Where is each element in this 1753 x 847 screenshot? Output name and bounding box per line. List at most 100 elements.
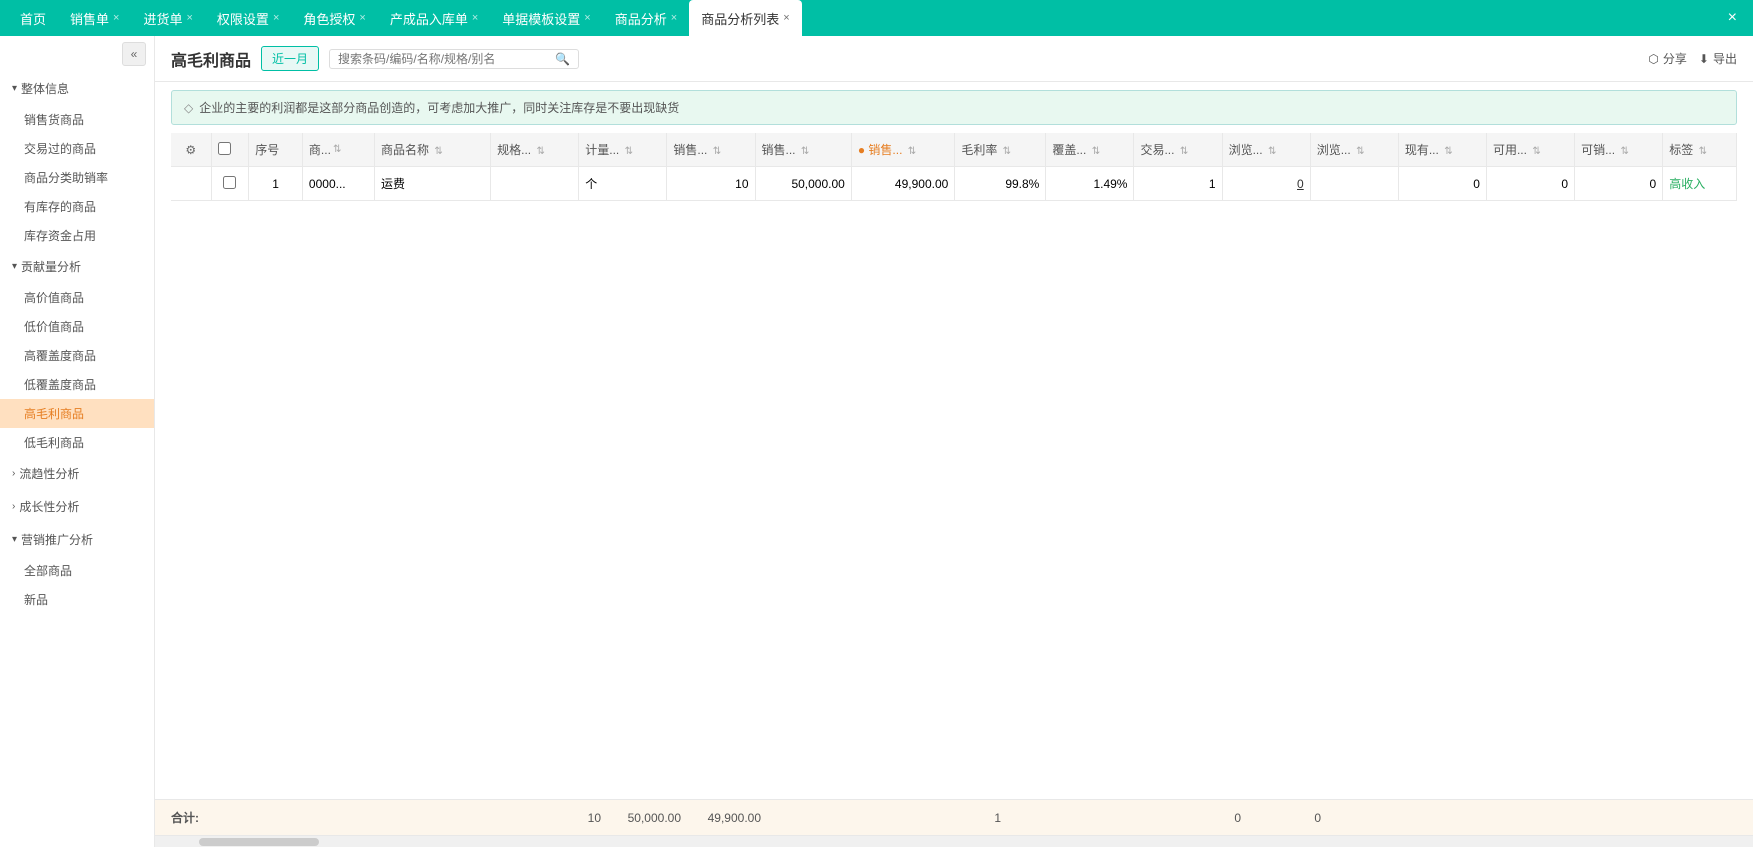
- spec-col-header[interactable]: 规格... ⇅: [491, 133, 579, 167]
- nav-permission[interactable]: 权限设置 ×: [205, 0, 291, 36]
- share-icon: ⬡: [1648, 52, 1658, 66]
- available-stock-col-header[interactable]: 可用... ⇅: [1486, 133, 1574, 167]
- table-header-row: ⚙ 序号 商... ⇅ 商品名称 ⇅ 规格... ⇅ 计量.: [171, 133, 1737, 167]
- sellable-stock-col-header[interactable]: 可销... ⇅: [1575, 133, 1663, 167]
- nav-close-template[interactable]: ×: [584, 12, 590, 24]
- row-name: 运费: [375, 167, 491, 201]
- nav-close-purchase[interactable]: ×: [186, 12, 192, 24]
- nav-product-inbound[interactable]: 产成品入库单 ×: [378, 0, 490, 36]
- sidebar-section-marketing[interactable]: ▾ 营销推广分析: [0, 523, 154, 556]
- coverage-col-header[interactable]: 覆盖... ⇅: [1046, 133, 1134, 167]
- horizontal-scrollbar[interactable]: [155, 835, 1753, 847]
- window-close-button[interactable]: ×: [1720, 9, 1745, 27]
- sidebar-item-low-coverage[interactable]: 低覆盖度商品: [0, 370, 154, 399]
- top-navigation: 首页 销售单 × 进货单 × 权限设置 × 角色授权 × 产成品入库单 × 单据…: [0, 0, 1753, 36]
- view2-col-header[interactable]: 浏览... ⇅: [1310, 133, 1398, 167]
- sidebar-section-contribution[interactable]: ▾ 贡献量分析: [0, 250, 154, 283]
- row-settings: [171, 167, 211, 201]
- row-sellable-stock: 0: [1575, 167, 1663, 201]
- nav-home[interactable]: 首页: [8, 0, 58, 36]
- nav-close-sales[interactable]: ×: [113, 12, 119, 24]
- sidebar-item-stock-capital[interactable]: 库存资金占用: [0, 221, 154, 250]
- sidebar-item-traded-goods[interactable]: 交易过的商品: [0, 134, 154, 163]
- sidebar-section-growth[interactable]: › 成长性分析: [0, 490, 154, 523]
- row-select-checkbox[interactable]: [223, 176, 236, 189]
- content-area: 高毛利商品 近一月 🔍 ⬡ 分享 ⬇ 导出 ◇ 企业的主: [155, 36, 1753, 847]
- footer-label: 合计:: [171, 809, 199, 826]
- sidebar-item-high-coverage[interactable]: 高覆盖度商品: [0, 341, 154, 370]
- main-layout: « ▾ 整体信息 销售货商品 交易过的商品 商品分类助销率 有库存的商品 库存资…: [0, 36, 1753, 847]
- row-sales-amount: 50,000.00: [755, 167, 851, 201]
- search-input[interactable]: [338, 52, 555, 66]
- nav-product-analysis[interactable]: 商品分析 ×: [603, 0, 689, 36]
- row-code: 0000...: [302, 167, 374, 201]
- arrow-icon-2: ▾: [12, 261, 17, 272]
- footer-current-stock: 0: [1169, 811, 1249, 825]
- gross-margin-col-header[interactable]: 毛利率 ⇅: [955, 133, 1046, 167]
- index-col-header: 序号: [249, 133, 303, 167]
- goods-table: ⚙ 序号 商... ⇅ 商品名称 ⇅ 规格... ⇅ 计量.: [171, 133, 1737, 201]
- nav-close-role[interactable]: ×: [359, 12, 365, 24]
- sidebar-item-low-value[interactable]: 低价值商品: [0, 312, 154, 341]
- arrow-icon-5: ▾: [12, 534, 17, 545]
- footer-available-stock: 0: [1249, 811, 1329, 825]
- code-col-header[interactable]: 商... ⇅: [302, 133, 374, 167]
- sales-qty-col-header[interactable]: 销售... ⇅: [667, 133, 755, 167]
- checkbox-col-header[interactable]: [211, 133, 249, 167]
- sidebar-section-trend[interactable]: › 流趋性分析: [0, 457, 154, 490]
- sidebar-item-high-value[interactable]: 高价值商品: [0, 283, 154, 312]
- sidebar-item-high-margin[interactable]: 高毛利商品: [0, 399, 154, 428]
- filter-month-button[interactable]: 近一月: [261, 46, 319, 71]
- nav-purchase[interactable]: 进货单 ×: [131, 0, 204, 36]
- sidebar-item-category-assist[interactable]: 商品分类助销率: [0, 163, 154, 192]
- arrow-icon-3: ›: [12, 468, 15, 479]
- sidebar-item-sales-goods[interactable]: 销售货商品: [0, 105, 154, 134]
- table-container: ⚙ 序号 商... ⇅ 商品名称 ⇅ 规格... ⇅ 计量.: [155, 133, 1753, 799]
- sidebar-collapse-btn[interactable]: «: [122, 42, 146, 66]
- nav-close-product-inbound[interactable]: ×: [472, 12, 478, 24]
- sidebar-item-low-margin[interactable]: 低毛利商品: [0, 428, 154, 457]
- sidebar-item-new-goods[interactable]: 新品: [0, 585, 154, 614]
- tag-col-header[interactable]: 标签 ⇅: [1663, 133, 1737, 167]
- scroll-thumb[interactable]: [199, 838, 319, 846]
- footer-sales-amount: 50,000.00: [609, 811, 689, 825]
- footer-sales-cost: 49,900.00: [689, 811, 769, 825]
- name-col-header[interactable]: 商品名称 ⇅: [375, 133, 491, 167]
- sidebar-item-all-goods[interactable]: 全部商品: [0, 556, 154, 585]
- select-all-checkbox[interactable]: [218, 142, 231, 155]
- search-icon[interactable]: 🔍: [555, 52, 570, 66]
- sales-cost-col-header[interactable]: ● 销售... ⇅: [851, 133, 954, 167]
- nav-role[interactable]: 角色授权 ×: [291, 0, 377, 36]
- row-unit: 个: [579, 167, 667, 201]
- row-view1[interactable]: 0: [1222, 167, 1310, 201]
- search-box[interactable]: 🔍: [329, 49, 579, 69]
- export-icon: ⬇: [1699, 52, 1709, 66]
- nav-template[interactable]: 单据模板设置 ×: [490, 0, 602, 36]
- table-footer: 合计: 10 50,000.00 49,900.00 1 0 0: [155, 799, 1753, 835]
- row-tag: 高收入: [1663, 167, 1737, 201]
- nav-close-product-analysis-list[interactable]: ×: [783, 12, 789, 24]
- sidebar-section-overall[interactable]: ▾ 整体信息: [0, 72, 154, 105]
- transaction-col-header[interactable]: 交易... ⇅: [1134, 133, 1222, 167]
- nav-sales[interactable]: 销售单 ×: [58, 0, 131, 36]
- export-button[interactable]: ⬇ 导出: [1699, 50, 1737, 67]
- share-button[interactable]: ⬡ 分享: [1648, 50, 1687, 67]
- nav-product-analysis-list[interactable]: 商品分析列表 ×: [689, 0, 801, 36]
- settings-col-header[interactable]: ⚙: [171, 133, 211, 167]
- current-stock-col-header[interactable]: 现有... ⇅: [1398, 133, 1486, 167]
- row-index: 1: [249, 167, 303, 201]
- sales-amount-col-header[interactable]: 销售... ⇅: [755, 133, 851, 167]
- row-sales-qty: 10: [667, 167, 755, 201]
- info-icon: ◇: [184, 101, 193, 115]
- nav-close-product-analysis[interactable]: ×: [671, 12, 677, 24]
- info-banner: ◇ 企业的主要的利润都是这部分商品创造的，可考虑加大推广，同时关注库存是不要出现…: [171, 90, 1737, 125]
- row-checkbox[interactable]: [211, 167, 249, 201]
- arrow-icon-4: ›: [12, 501, 15, 512]
- settings-icon[interactable]: ⚙: [185, 143, 196, 157]
- row-gross-margin: 99.8%: [955, 167, 1046, 201]
- row-transaction: 1: [1134, 167, 1222, 201]
- nav-close-permission[interactable]: ×: [273, 12, 279, 24]
- view1-col-header[interactable]: 浏览... ⇅: [1222, 133, 1310, 167]
- unit-col-header[interactable]: 计量... ⇅: [579, 133, 667, 167]
- sidebar-item-in-stock[interactable]: 有库存的商品: [0, 192, 154, 221]
